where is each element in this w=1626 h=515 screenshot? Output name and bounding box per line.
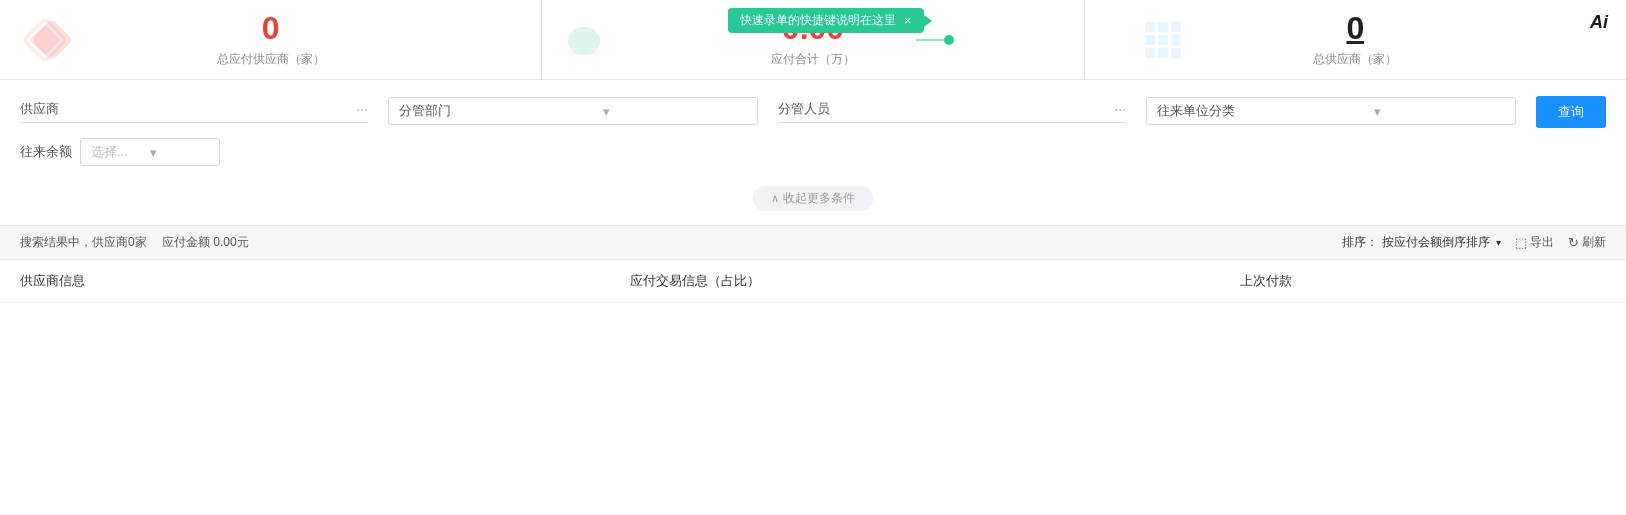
dept-label: 分管部门 <box>399 102 451 120</box>
collapse-button[interactable]: ∧ 收起更多条件 <box>753 186 873 211</box>
svg-point-5 <box>572 48 580 54</box>
unit-class-field[interactable]: 往来单位分类 ▾ <box>1146 97 1516 125</box>
query-button[interactable]: 查询 <box>1536 96 1606 128</box>
export-icon: ⬚ <box>1515 235 1527 250</box>
table-body <box>0 303 1626 515</box>
balance-field-row: 往来余额 选择... ▾ <box>20 138 220 172</box>
diamond-bg-icon <box>20 15 70 65</box>
stats-bar: 0 总应付供应商（家） 0.00 应付合计（万） 快速录单的快捷键说明在这里 × <box>0 0 1626 80</box>
balance-label: 往来余额 <box>20 143 72 161</box>
stat-payable-count: 0 <box>262 11 280 46</box>
tooltip-close-btn[interactable]: × <box>904 14 912 27</box>
svg-point-7 <box>588 48 596 54</box>
refresh-icon: ↻ <box>1568 235 1579 250</box>
result-bar: 搜索结果中，供应商0家 应付金额 0.00元 排序： 按应付会额倒序排序 ▾ ⬚… <box>0 226 1626 260</box>
person-field: 分管人员 ··· <box>778 100 1126 123</box>
stat-payable-amount-label: 应付合计（万） <box>771 51 855 68</box>
refresh-button[interactable]: ↻ 刷新 <box>1568 234 1606 251</box>
ai-label: Ai <box>1590 12 1608 33</box>
result-text: 搜索结果中，供应商0家 <box>20 235 147 249</box>
supplier-input[interactable] <box>68 101 356 116</box>
tooltip-line <box>916 39 946 40</box>
stat-payable-count-label: 总应付供应商（家） <box>217 51 325 68</box>
dept-field[interactable]: 分管部门 ▾ <box>388 97 758 125</box>
tooltip-dot <box>944 35 954 45</box>
piggy-icon <box>558 11 616 69</box>
person-input[interactable] <box>838 101 1114 116</box>
table-col-transaction-info: 应付交易信息（占比） <box>630 272 1240 290</box>
supplier-dots-icon[interactable]: ··· <box>356 101 368 117</box>
unit-class-arrow-icon: ▾ <box>1374 104 1505 119</box>
search-row-1: 供应商 ··· 分管部门 ▾ 分管人员 ··· 往来单位分类 ▾ 查询 <box>20 94 1606 128</box>
table-col-supplier-info: 供应商信息 <box>20 272 630 290</box>
balance-select[interactable]: 选择... ▾ <box>80 138 220 166</box>
balance-placeholder: 选择... <box>91 143 150 161</box>
table-header: 供应商信息 应付交易信息（占比） 上次付款 <box>0 260 1626 303</box>
refresh-label: 刷新 <box>1582 234 1606 251</box>
shortcut-tooltip: 快速录单的快捷键说明在这里 × <box>728 8 924 33</box>
table-area: 供应商信息 应付交易信息（占比） 上次付款 <box>0 260 1626 515</box>
collapse-chevron-icon: ∧ <box>771 192 779 205</box>
sort-selector[interactable]: 排序： 按应付会额倒序排序 ▾ <box>1342 234 1501 251</box>
stat-total-payable-amount: 0.00 应付合计（万） 快速录单的快捷键说明在这里 × <box>542 0 1084 79</box>
stat-total-suppliers-count[interactable]: 0 <box>1346 11 1364 46</box>
search-panel: 供应商 ··· 分管部门 ▾ 分管人员 ··· 往来单位分类 ▾ 查询 往来余额 <box>0 80 1626 226</box>
sort-label: 排序： <box>1342 234 1378 251</box>
sort-arrow-icon: ▾ <box>1496 237 1501 248</box>
collapse-row: ∧ 收起更多条件 <box>20 182 1606 217</box>
stat-total-suppliers-label: 总供应商（家） <box>1313 51 1397 68</box>
stat-total-suppliers-payable: 0 总应付供应商（家） <box>0 0 542 79</box>
result-summary: 搜索结果中，供应商0家 应付金额 0.00元 <box>20 234 249 251</box>
result-amount: 应付金额 0.00元 <box>162 235 249 249</box>
table-col-last-payment: 上次付款 <box>1240 272 1606 290</box>
grid-bg-icon <box>1145 22 1181 58</box>
search-row-2: 往来余额 选择... ▾ <box>20 138 1606 172</box>
supplier-field: 供应商 ··· <box>20 100 368 123</box>
supplier-label: 供应商 <box>20 100 60 118</box>
result-bar-right: 排序： 按应付会额倒序排序 ▾ ⬚ 导出 ↻ 刷新 <box>1342 234 1606 251</box>
dept-arrow-icon: ▾ <box>603 104 747 119</box>
svg-point-6 <box>580 48 588 54</box>
sort-value: 按应付会额倒序排序 <box>1382 234 1490 251</box>
tooltip-text: 快速录单的快捷键说明在这里 <box>740 12 896 29</box>
collapse-btn-label: 收起更多条件 <box>783 190 855 207</box>
stat-total-suppliers: 0 总供应商（家） Ai <box>1085 0 1626 79</box>
unit-class-label: 往来单位分类 <box>1157 102 1235 120</box>
balance-arrow-icon: ▾ <box>150 145 209 160</box>
export-label: 导出 <box>1530 234 1554 251</box>
person-dots-icon[interactable]: ··· <box>1114 101 1126 117</box>
export-button[interactable]: ⬚ 导出 <box>1515 234 1554 251</box>
person-label: 分管人员 <box>778 100 830 118</box>
svg-point-8 <box>596 31 600 35</box>
